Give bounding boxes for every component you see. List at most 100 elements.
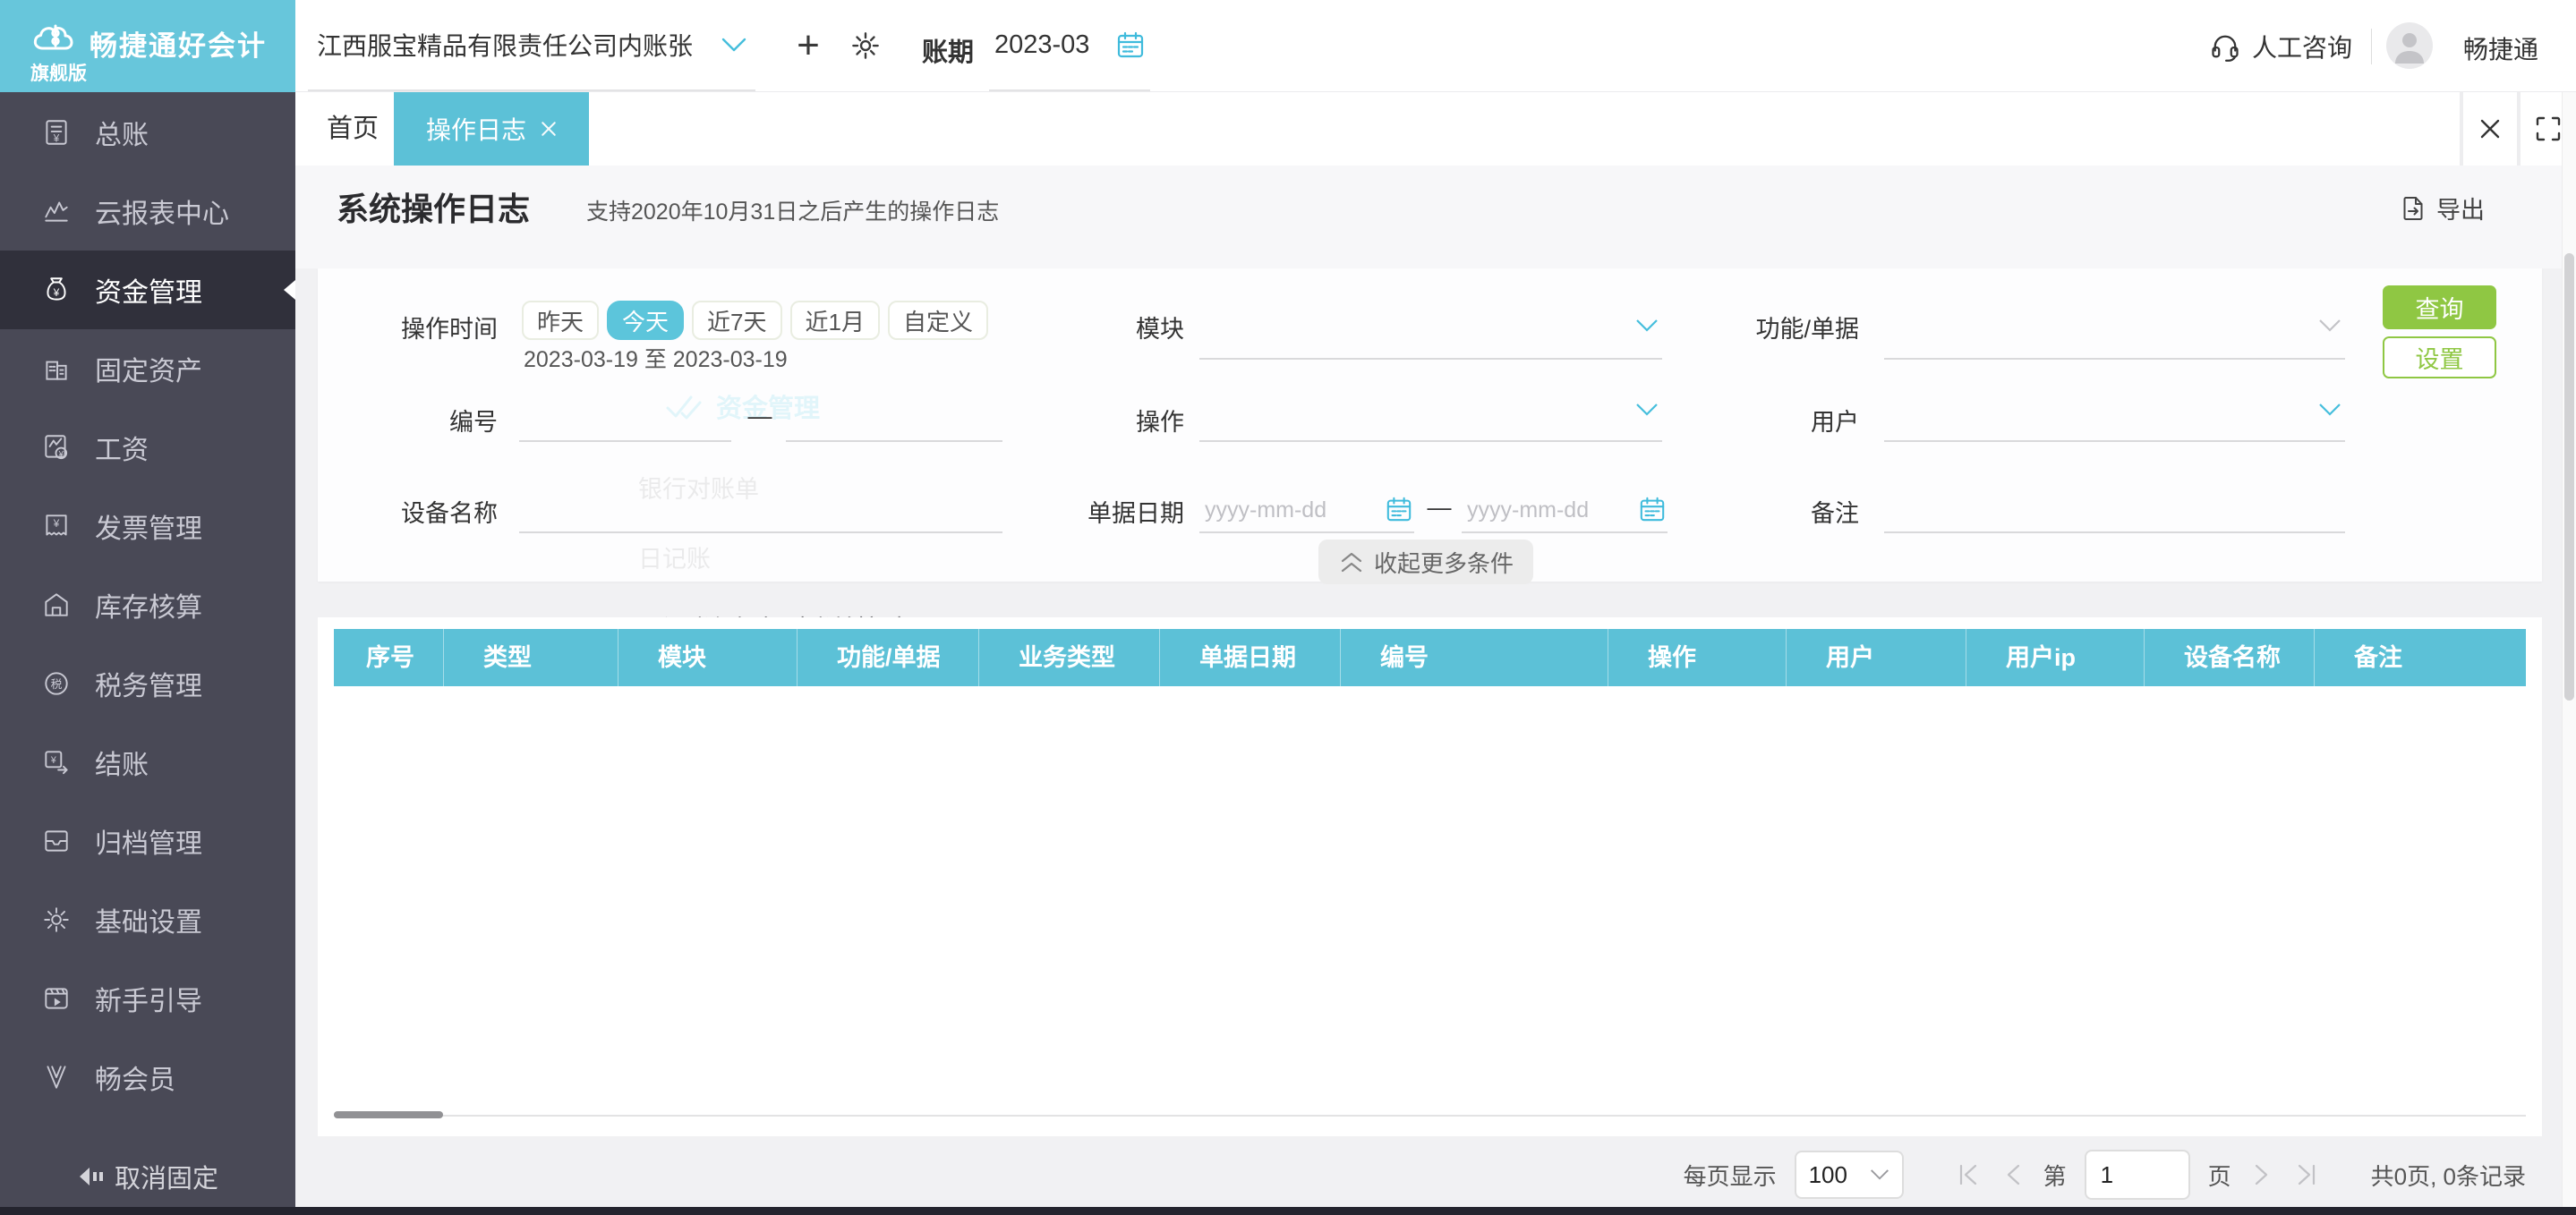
support-button[interactable]: 人工咨询 [2209,29,2352,64]
column-header-number[interactable]: 编号 [1340,629,1608,686]
collapse-more-filters-button[interactable]: 收起更多条件 [1318,540,1533,584]
sidebar-item-label: 新手引导 [95,987,202,1016]
chevron-down-icon [721,38,746,51]
settings-button[interactable]: 设置 [2383,336,2496,378]
sidebar-item-fixed-assets[interactable]: 固定资产 [0,329,295,408]
per-page-select[interactable]: 100 [1794,1151,1904,1199]
module-select[interactable] [1199,301,1662,360]
settings-gear-button[interactable] [849,29,883,63]
user-name[interactable]: 畅捷通 [2463,30,2538,66]
page-header: 系统操作日志 支持2020年10月31日之后产生的操作日志 导出 [295,166,2562,268]
filter-label-user: 用户 [1811,409,1859,436]
sidebar-item-label: 畅会员 [95,1066,175,1095]
sidebar-item-closing[interactable]: ¥ 结账 [0,723,295,802]
sidebar-item-label: 发票管理 [95,514,202,544]
pill-yesterday[interactable]: 昨天 [522,301,600,340]
svg-text:¥: ¥ [50,755,56,766]
cloud-logo-icon [33,24,73,50]
sidebar-item-invoice-management[interactable]: ¥ 发票管理 [0,487,295,565]
collapse-label: 收起更多条件 [1373,549,1514,577]
pill-today[interactable]: 今天 [607,301,685,340]
export-label: 导出 [2436,197,2485,224]
brand-title: 畅捷通好会计 [90,30,267,62]
column-header-seq[interactable]: 序号 [334,629,443,686]
number-to-input[interactable] [786,394,1002,442]
doc-date-from-input[interactable]: yyyy-mm-dd [1199,485,1414,533]
money-bag-icon: ¥ [47,277,66,301]
close-all-tabs-button[interactable] [2460,92,2517,166]
column-header-function[interactable]: 功能/单据 [797,629,978,686]
operation-select[interactable] [1199,394,1662,442]
company-name: 江西服宝精品有限责任公司内账张 [317,32,694,60]
tab-home[interactable]: 首页 [311,92,394,166]
tab-close-icon[interactable] [541,121,557,137]
sidebar-item-settings[interactable]: 基础设置 [0,880,295,959]
sidebar-item-label: 总账 [95,121,149,150]
column-header-remark[interactable]: 备注 [2314,629,2526,686]
remark-input[interactable] [1884,485,2345,533]
sidebar-item-cloud-report[interactable]: 云报表中心 [0,172,295,251]
function-select[interactable] [1884,301,2345,360]
column-header-module[interactable]: 模块 [618,629,797,686]
previous-page-button[interactable] [2000,1162,2026,1187]
vertical-scrollbar-track[interactable] [2562,92,2576,1207]
filter-panel: 操作时间 昨天 今天 近7天 近1月 自定义 2023-03-19 至 2023… [318,268,2542,584]
horizontal-scrollbar-thumb[interactable] [334,1111,443,1118]
sidebar-item-general-ledger[interactable]: ¥ 总账 [0,93,295,172]
horizontal-scrollbar-track [334,1115,2526,1117]
filter-label-device: 设备名称 [401,500,498,527]
pagination-bar: 每页显示 100 第 1 页 共0页, 0条记录 [1684,1149,2526,1201]
pill-last-month[interactable]: 近1月 [789,301,880,340]
column-header-device[interactable]: 设备名称 [2144,629,2314,686]
chevron-down-icon [1870,1169,1889,1180]
period-picker[interactable]: 2023-03 [989,0,1150,91]
next-page-button[interactable] [2249,1162,2274,1187]
page-suffix: 页 [2207,1162,2231,1190]
number-from-input[interactable] [519,394,731,442]
device-name-input[interactable] [519,485,1002,533]
selected-date-range: 2023-03-19 至 2023-03-19 [524,347,788,372]
sidebar-item-label: 云报表中心 [95,200,229,229]
column-header-user-ip[interactable]: 用户ip [1966,629,2144,686]
sidebar-item-tax-management[interactable]: 税 税务管理 [0,644,295,723]
pill-last7days[interactable]: 近7天 [692,301,782,340]
sidebar-item-label: 固定资产 [95,357,202,387]
sidebar-item-funds-management[interactable]: ¥ 资金管理 [0,251,295,329]
warehouse-icon [45,593,68,616]
sidebar-item-inventory[interactable]: 库存核算 [0,565,295,644]
page-number-input[interactable]: 1 [2084,1150,2190,1200]
svg-text:¥: ¥ [53,287,60,299]
sidebar-item-archive[interactable]: 归档管理 [0,802,295,880]
sidebar: 畅捷通好会计 旗舰版 ¥ 总账 云报表中心 ¥ 资金管理 固定资产 ¥ 工资 ¥… [0,0,295,1215]
column-header-doc-date[interactable]: 单据日期 [1159,629,1340,686]
support-label: 人工咨询 [2251,34,2352,62]
cloud-report-icon [45,201,68,222]
gear-icon [852,32,879,59]
add-account-button[interactable]: + [786,23,831,68]
column-header-user[interactable]: 用户 [1786,629,1966,686]
sidebar-item-beginner-guide[interactable]: 新手引导 [0,959,295,1038]
filter-label-time: 操作时间 [401,316,498,343]
unpin-sidebar-button[interactable]: 取消固定 [0,1158,295,1195]
export-button[interactable]: 导出 [2399,191,2485,225]
calendar-icon [1117,31,1144,58]
column-header-operation[interactable]: 操作 [1608,629,1786,686]
ledger-icon: ¥ [46,120,67,145]
sidebar-item-label: 结账 [95,751,149,780]
tab-operation-log[interactable]: 操作日志 [394,92,589,166]
avatar[interactable] [2386,22,2433,69]
page-prefix: 第 [2043,1162,2067,1190]
doc-date-to-input[interactable]: yyyy-mm-dd [1462,485,1668,533]
pill-custom[interactable]: 自定义 [887,301,988,340]
company-selector[interactable]: 江西服宝精品有限责任公司内账张 [308,0,755,91]
column-header-biz-type[interactable]: 业务类型 [978,629,1159,686]
user-select[interactable] [1884,394,2345,442]
last-page-button[interactable] [2292,1162,2321,1187]
vertical-scrollbar-thumb[interactable] [2564,253,2574,701]
sidebar-item-salary[interactable]: ¥ 工资 [0,408,295,487]
sidebar-item-member[interactable]: 畅会员 [0,1038,295,1117]
search-button[interactable]: 查询 [2383,285,2496,329]
per-page-label: 每页显示 [1683,1162,1777,1190]
first-page-button[interactable] [1954,1162,1983,1187]
column-header-type[interactable]: 类型 [443,629,618,686]
